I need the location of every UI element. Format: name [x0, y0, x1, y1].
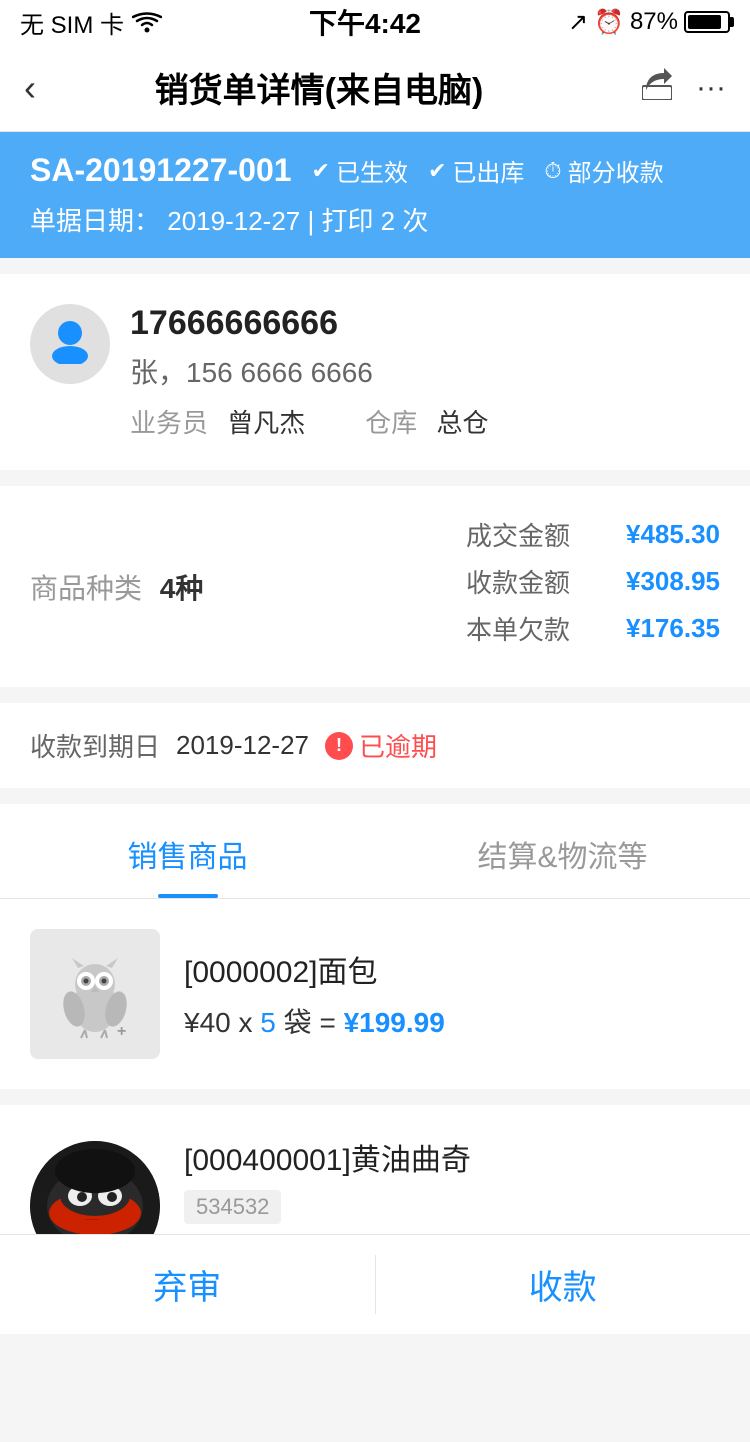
deal-amount-value: ¥485.30 — [590, 519, 720, 550]
due-date-section: 收款到期日 2019-12-27 ! 已逾期 — [0, 703, 750, 788]
product-count: 商品种类 4种 — [30, 567, 203, 607]
product-details-bread: [0000002]面包 ¥40 x 5 袋 = ¥199.99 — [184, 947, 720, 1041]
order-banner: SA-20191227-001 ✔ 已生效 ✔ 已出库 ⏱ 部分收款 单据日期：… — [0, 132, 750, 258]
avatar-icon — [45, 314, 95, 375]
tabs-bar: 销售商品 结算&物流等 — [0, 804, 750, 899]
order-date: 2019-12-27 — [167, 206, 300, 236]
finance-row: 商品种类 4种 成交金额 ¥485.30 收款金额 ¥308.95 本单欠款 ¥… — [30, 516, 720, 657]
bottom-action-bar: 弃审 收款 — [0, 1234, 750, 1334]
avatar — [30, 304, 110, 384]
status-bar: 无 SIM 卡 下午4:42 ↗ ⏰ 87% — [0, 0, 750, 44]
product-name-bread: [0000002]面包 — [184, 947, 720, 991]
product-count-label: 商品种类 — [30, 573, 142, 604]
customer-id: 17666666666 — [130, 304, 720, 343]
cancel-review-button[interactable]: 弃审 — [0, 1235, 375, 1334]
sales-rep-value: 曾凡杰 — [227, 408, 305, 438]
finance-amounts: 成交金额 ¥485.30 收款金额 ¥308.95 本单欠款 ¥176.35 — [466, 516, 720, 657]
overdue-badge: ! 已逾期 — [325, 727, 437, 764]
status-left: 无 SIM 卡 — [20, 5, 162, 40]
product-tag-cookie: 534532 — [184, 1190, 281, 1224]
more-icon[interactable]: ··· — [696, 71, 726, 105]
customer-meta: 业务员 曾凡杰 仓库 总仓 — [130, 403, 720, 440]
order-id: SA-20191227-001 — [30, 152, 292, 189]
svg-text:―: ― — [85, 1210, 99, 1226]
due-date-value: 2019-12-27 — [176, 730, 309, 761]
product-name-cookie: [000400001]黄油曲奇 — [184, 1135, 720, 1179]
product-item: + [0000002]面包 ¥40 x 5 袋 = ¥199.99 — [0, 899, 750, 1089]
customer-section: 17666666666 张，156 6666 6666 业务员 曾凡杰 仓库 总… — [0, 274, 750, 470]
alarm-icon: ⏰ — [594, 8, 624, 37]
nav-actions: ··· — [642, 68, 726, 108]
status-time: 下午4:42 — [309, 2, 421, 42]
product-thumbnail-bread: + — [30, 929, 160, 1059]
status-partial-payment: ⏱ 部分收款 — [544, 153, 663, 188]
owed-label: 本单欠款 — [466, 610, 570, 647]
sales-rep: 业务员 曾凡杰 — [130, 403, 305, 440]
svg-text:+: + — [117, 1023, 126, 1040]
warehouse: 仓库 总仓 — [365, 403, 488, 440]
tab-sales-products[interactable]: 销售商品 — [0, 804, 375, 898]
location-icon: ↗ — [568, 8, 588, 37]
warehouse-value: 总仓 — [437, 408, 489, 438]
page-title: 销货单详情(来自电脑) — [0, 63, 642, 112]
due-label: 收款到期日 — [30, 727, 160, 764]
received-label: 收款金额 — [466, 563, 570, 600]
product-qty-bread: 5 — [260, 1007, 276, 1038]
print-info: | 打印 2 次 — [307, 206, 428, 236]
nav-bar: ‹ 销货单详情(来自电脑) ··· — [0, 44, 750, 132]
tab-settlement-logistics[interactable]: 结算&物流等 — [375, 804, 750, 898]
battery-icon — [684, 11, 730, 33]
owed-value: ¥176.35 — [590, 613, 720, 644]
overdue-label: 已逾期 — [359, 727, 437, 764]
received-amount-line: 收款金额 ¥308.95 — [466, 563, 720, 600]
carrier-label: 无 SIM 卡 — [20, 5, 124, 40]
overdue-icon: ! — [325, 732, 353, 760]
clock-icon: ⏱ — [544, 158, 561, 184]
customer-name-phone: 张，156 6666 6666 — [130, 351, 720, 391]
received-value: ¥308.95 — [590, 566, 720, 597]
deal-amount-line: 成交金额 ¥485.30 — [466, 516, 720, 553]
share-icon[interactable] — [642, 68, 672, 108]
owed-amount-line: 本单欠款 ¥176.35 — [466, 610, 720, 647]
product-total-bread: ¥199.99 — [344, 1007, 445, 1038]
product-price-bread: ¥40 x 5 袋 = ¥199.99 — [184, 1001, 720, 1041]
check-icon-2: ✔ — [428, 158, 446, 184]
date-label: 单据日期： — [30, 206, 160, 236]
deal-amount-label: 成交金额 — [466, 516, 570, 553]
status-shipped: ✔ 已出库 — [428, 153, 524, 188]
sales-rep-label: 业务员 — [130, 408, 208, 438]
finance-section: 商品种类 4种 成交金额 ¥485.30 收款金额 ¥308.95 本单欠款 ¥… — [0, 486, 750, 687]
product-count-value: 4种 — [160, 573, 204, 604]
status-right: ↗ ⏰ 87% — [568, 8, 730, 37]
customer-info: 17666666666 张，156 6666 6666 业务员 曾凡杰 仓库 总… — [130, 304, 720, 440]
check-icon-1: ✔ — [312, 158, 330, 184]
order-date-row: 单据日期： 2019-12-27 | 打印 2 次 — [30, 201, 720, 238]
status-activated: ✔ 已生效 — [312, 153, 408, 188]
warehouse-label: 仓库 — [365, 408, 417, 438]
battery-label: 87% — [630, 8, 678, 36]
wifi-icon — [132, 11, 162, 33]
collect-payment-button[interactable]: 收款 — [376, 1235, 750, 1334]
